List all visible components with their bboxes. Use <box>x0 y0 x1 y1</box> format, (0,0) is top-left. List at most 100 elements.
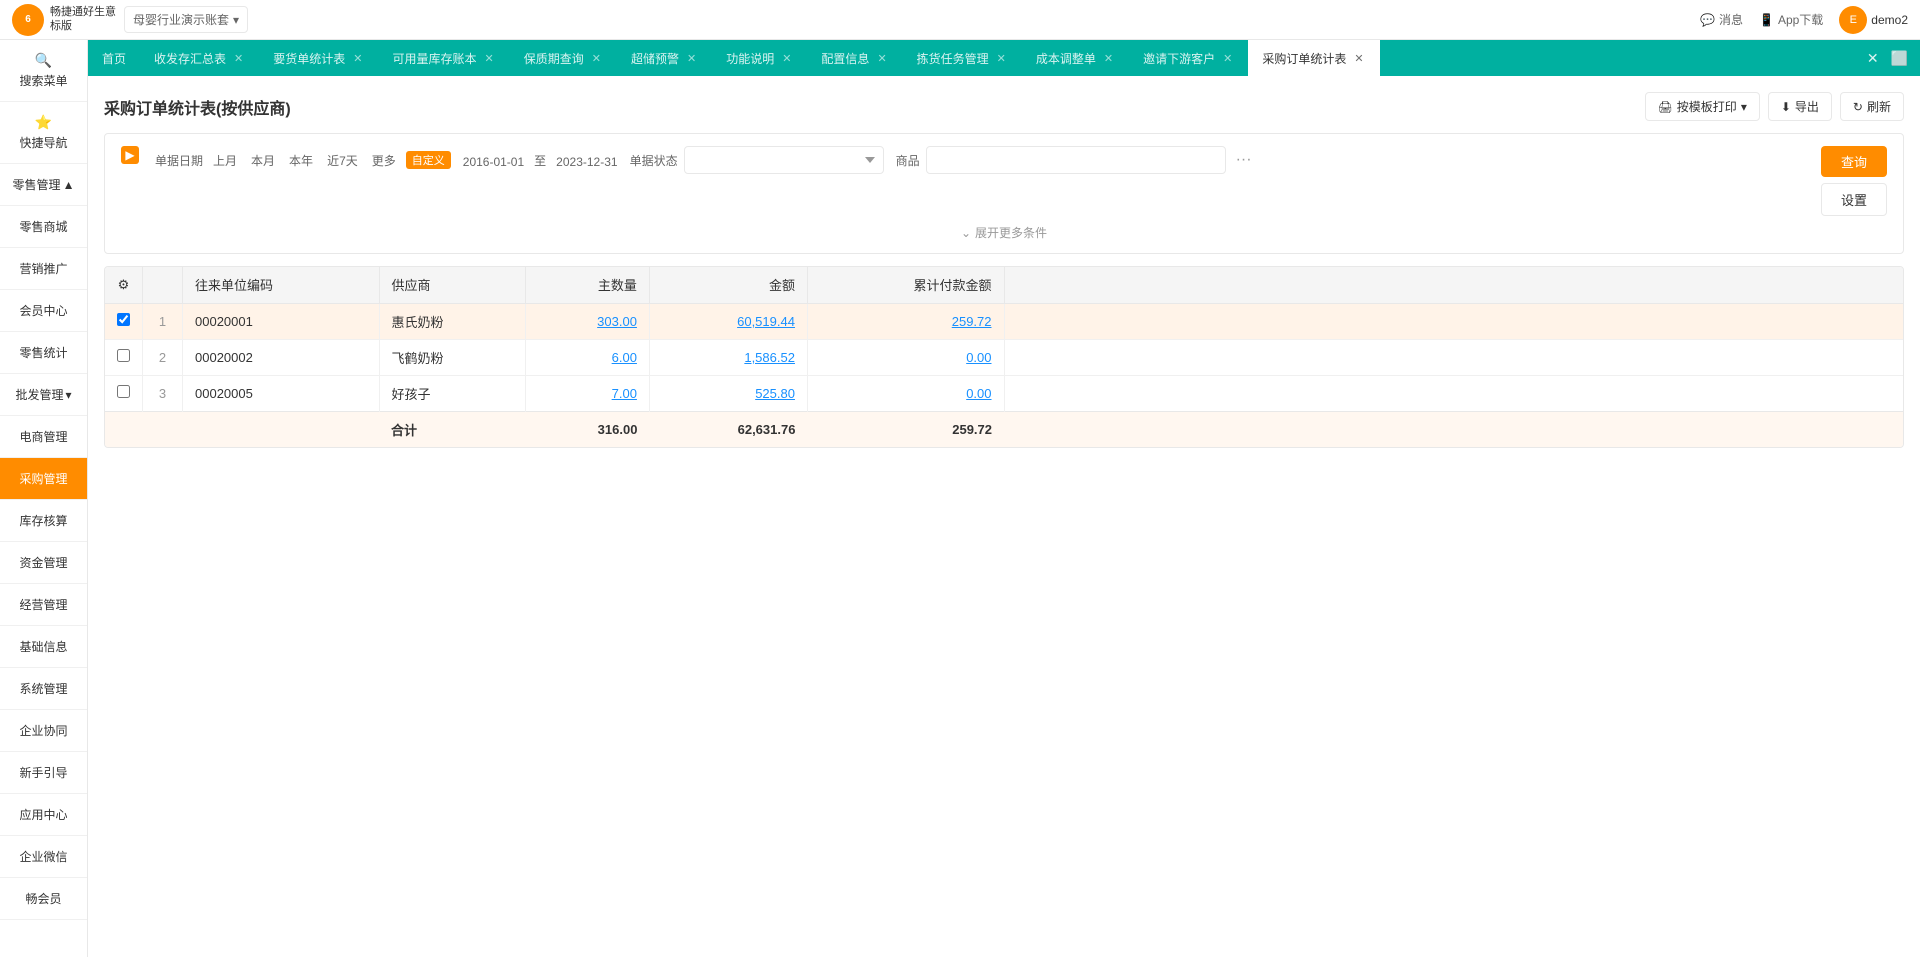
sidebar-item-member-center[interactable]: 会员中心 <box>0 290 87 332</box>
prev-month-btn[interactable]: 上月 <box>209 150 241 171</box>
sidebar-item-enterprise[interactable]: 企业协同 <box>0 710 87 752</box>
more-date-btn[interactable]: 更多 <box>368 150 400 171</box>
close-icon[interactable]: ✕ <box>1221 51 1234 66</box>
logo-text: 畅捷通好生意 标版 <box>50 6 116 32</box>
close-icon[interactable]: ✕ <box>875 51 888 66</box>
query-button[interactable]: 查询 <box>1821 146 1887 177</box>
page-content: 采购订单统计表(按供应商) 🖨 按模板打印 ▾ ⬇ 导出 ↻ <box>88 76 1920 957</box>
close-icon[interactable]: ✕ <box>1352 51 1365 66</box>
sidebar-item-purchase-mgmt[interactable]: 采购管理 <box>0 458 87 500</box>
expand-more-btn[interactable]: ⌄ 展开更多条件 <box>121 216 1887 241</box>
tab-invite-downstream[interactable]: 邀请下游客户 ✕ <box>1129 40 1248 76</box>
row-checkbox[interactable] <box>117 385 130 398</box>
sidebar-item-marketing[interactable]: 营销推广 <box>0 248 87 290</box>
tab-purchase-order-stats[interactable]: 采购订单统计表 ✕ <box>1248 40 1379 76</box>
status-select[interactable] <box>684 146 884 174</box>
close-icon[interactable]: ✕ <box>780 51 793 66</box>
row-checkbox-cell[interactable] <box>105 339 143 375</box>
row-checkbox[interactable] <box>117 313 130 326</box>
refresh-button[interactable]: ↻ 刷新 <box>1840 92 1904 121</box>
app-download-action[interactable]: 📱 App下载 <box>1759 11 1823 28</box>
sidebar-item-basic-info[interactable]: 基础信息 <box>0 626 87 668</box>
sidebar-item-search[interactable]: 🔍 搜索菜单 <box>0 40 87 102</box>
workspace-selector[interactable]: 母婴行业演示账套 ▾ <box>124 6 248 33</box>
tab-available-inventory[interactable]: 可用量库存账本 ✕ <box>378 40 509 76</box>
seq-column-header <box>143 267 183 303</box>
row-amount[interactable]: 60,519.44 <box>649 303 807 339</box>
tab-config-info[interactable]: 配置信息 ✕ <box>807 40 902 76</box>
row-checkbox-cell[interactable] <box>105 303 143 339</box>
sidebar-item-ecommerce[interactable]: 电商管理 <box>0 416 87 458</box>
sidebar-item-retail-shop[interactable]: 零售商城 <box>0 206 87 248</box>
filter-fields: 单据日期 上月 本月 本年 近7天 更多 自定义 <box>155 146 1805 174</box>
row-quantity[interactable]: 6.00 <box>526 339 650 375</box>
top-bar-left: 6 畅捷通好生意 标版 母婴行业演示账套 ▾ <box>12 4 248 36</box>
row-paid-amount[interactable]: 259.72 <box>807 303 1004 339</box>
sidebar-item-newbie[interactable]: 新手引导 <box>0 752 87 794</box>
chevron-down-icon: ▾ <box>65 388 71 402</box>
sidebar-item-finance[interactable]: 资金管理 <box>0 542 87 584</box>
this-year-btn[interactable]: 本年 <box>285 150 317 171</box>
print-button[interactable]: 🖨 按模板打印 ▾ <box>1645 92 1760 121</box>
row-quantity[interactable]: 7.00 <box>526 375 650 411</box>
row-quantity[interactable]: 303.00 <box>526 303 650 339</box>
sidebar-item-enterprise-wx[interactable]: 企业微信 <box>0 836 87 878</box>
settings-icon[interactable]: ⚙ <box>118 277 130 292</box>
tab-pick-task[interactable]: 拣货任务管理 ✕ <box>903 40 1022 76</box>
row-paid-amount[interactable]: 0.00 <box>807 375 1004 411</box>
sidebar-item-club[interactable]: 畅会员 <box>0 878 87 920</box>
tab-function-desc[interactable]: 功能说明 ✕ <box>712 40 807 76</box>
close-icon[interactable]: ✕ <box>1102 51 1115 66</box>
tab-order-stats[interactable]: 要货单统计表 ✕ <box>259 40 378 76</box>
quantity-column-header: 主数量 <box>526 267 650 303</box>
sidebar-item-quick-nav[interactable]: ⭐ 快捷导航 <box>0 102 87 164</box>
ellipsis-icon[interactable]: ··· <box>1232 151 1256 169</box>
settings-column-header[interactable]: ⚙ <box>105 267 143 303</box>
date-to[interactable]: 2023-12-31 <box>556 155 617 169</box>
row-amount[interactable]: 525.80 <box>649 375 807 411</box>
sidebar-item-retail-stats[interactable]: 零售统计 <box>0 332 87 374</box>
close-icon[interactable]: ✕ <box>232 51 245 66</box>
settings-button[interactable]: 设置 <box>1821 183 1887 216</box>
chevron-down-icon: ⌄ <box>961 226 971 240</box>
logo-area: 6 畅捷通好生意 标版 <box>12 4 116 36</box>
row-seq: 1 <box>143 303 183 339</box>
row-checkbox-cell[interactable] <box>105 375 143 411</box>
row-checkbox[interactable] <box>117 349 130 362</box>
goods-input[interactable] <box>926 146 1226 174</box>
message-icon: 💬 <box>1700 13 1715 27</box>
sidebar-item-operations[interactable]: 经营管理 <box>0 584 87 626</box>
close-icon[interactable]: ✕ <box>351 51 364 66</box>
print-icon: 🖨 <box>1658 100 1673 114</box>
close-icon[interactable]: ✕ <box>483 51 496 66</box>
user-area[interactable]: E demo2 <box>1839 6 1908 34</box>
tab-home[interactable]: 首页 <box>88 40 140 76</box>
sidebar-item-inventory[interactable]: 库存核算 <box>0 500 87 542</box>
export-button[interactable]: ⬇ 导出 <box>1768 92 1832 121</box>
collapse-filter-button[interactable]: ▶ <box>121 146 139 164</box>
date-filter: 单据日期 上月 本月 本年 近7天 更多 自定义 <box>155 146 451 174</box>
sidebar-item-sys-mgmt[interactable]: 系统管理 <box>0 668 87 710</box>
close-window-icon[interactable]: ✕ <box>1863 46 1883 71</box>
this-month-btn[interactable]: 本月 <box>247 150 279 171</box>
tab-overstock-warning[interactable]: 超储预警 ✕ <box>617 40 712 76</box>
last7-btn[interactable]: 近7天 <box>323 150 362 171</box>
goods-filter: 商品 ··· <box>896 146 1256 174</box>
tab-receive-send[interactable]: 收发存汇总表 ✕ <box>140 40 259 76</box>
close-icon[interactable]: ✕ <box>685 51 698 66</box>
maximize-icon[interactable]: ⬜ <box>1887 46 1912 71</box>
tab-cost-adjust[interactable]: 成本调整单 ✕ <box>1022 40 1129 76</box>
message-action[interactable]: 💬 消息 <box>1700 11 1743 28</box>
close-icon[interactable]: ✕ <box>995 51 1008 66</box>
row-paid-amount[interactable]: 0.00 <box>807 339 1004 375</box>
tab-warranty-query[interactable]: 保质期查询 ✕ <box>510 40 617 76</box>
date-from[interactable]: 2016-01-01 <box>463 155 524 169</box>
row-amount[interactable]: 1,586.52 <box>649 339 807 375</box>
custom-date-tag[interactable]: 自定义 <box>406 151 451 169</box>
sidebar-item-app-center[interactable]: 应用中心 <box>0 794 87 836</box>
table-row: 3 00020005 好孩子 7.00 525.80 0.00 <box>105 375 1903 411</box>
main-layout: 🔍 搜索菜单 ⭐ 快捷导航 零售管理 ▲ 零售商城 营销推广 会员中心 零售统计… <box>0 40 1920 957</box>
sidebar-item-retail-mgmt[interactable]: 零售管理 ▲ <box>0 164 87 206</box>
sidebar-item-wholesale-mgmt[interactable]: 批发管理 ▾ <box>0 374 87 416</box>
close-icon[interactable]: ✕ <box>590 51 603 66</box>
